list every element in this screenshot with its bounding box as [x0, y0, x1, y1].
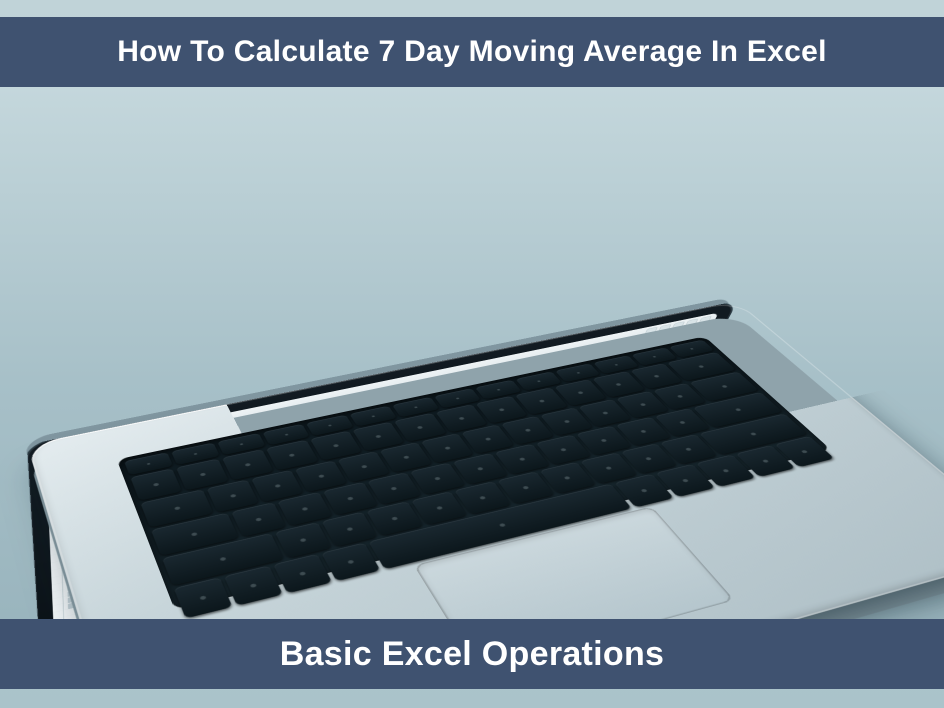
key [207, 480, 259, 513]
tutorial-card: 100500 100500 [0, 0, 944, 708]
key [277, 492, 332, 526]
key [411, 491, 467, 525]
key [321, 512, 377, 547]
key [130, 468, 182, 500]
key [367, 501, 423, 535]
key [580, 453, 637, 484]
key [497, 472, 554, 504]
key [367, 472, 422, 504]
key [174, 577, 233, 618]
subtitle-banner: Basic Excel Operations [0, 619, 944, 689]
key [224, 565, 283, 605]
key [231, 502, 286, 536]
title-text: How To Calculate 7 Day Moving Average In… [117, 35, 827, 69]
key [696, 455, 756, 487]
key [655, 464, 715, 497]
hero-illustration: 100500 100500 [0, 87, 944, 619]
key [775, 436, 835, 467]
key [338, 451, 391, 482]
key [251, 470, 303, 502]
key [620, 443, 677, 474]
key [453, 453, 508, 484]
ribbon-button [171, 424, 185, 436]
key [273, 554, 332, 593]
subtitle-text: Basic Excel Operations [280, 635, 665, 674]
title-banner: How To Calculate 7 Day Moving Average In… [0, 17, 944, 87]
key [614, 474, 674, 508]
key [736, 445, 796, 477]
key-row-5 [174, 436, 835, 618]
key [410, 463, 465, 495]
key [321, 543, 380, 582]
key [124, 452, 173, 475]
key [495, 444, 550, 475]
trackpad [414, 506, 735, 619]
ribbon-button [154, 427, 168, 439]
key [140, 489, 213, 527]
key [151, 513, 239, 556]
